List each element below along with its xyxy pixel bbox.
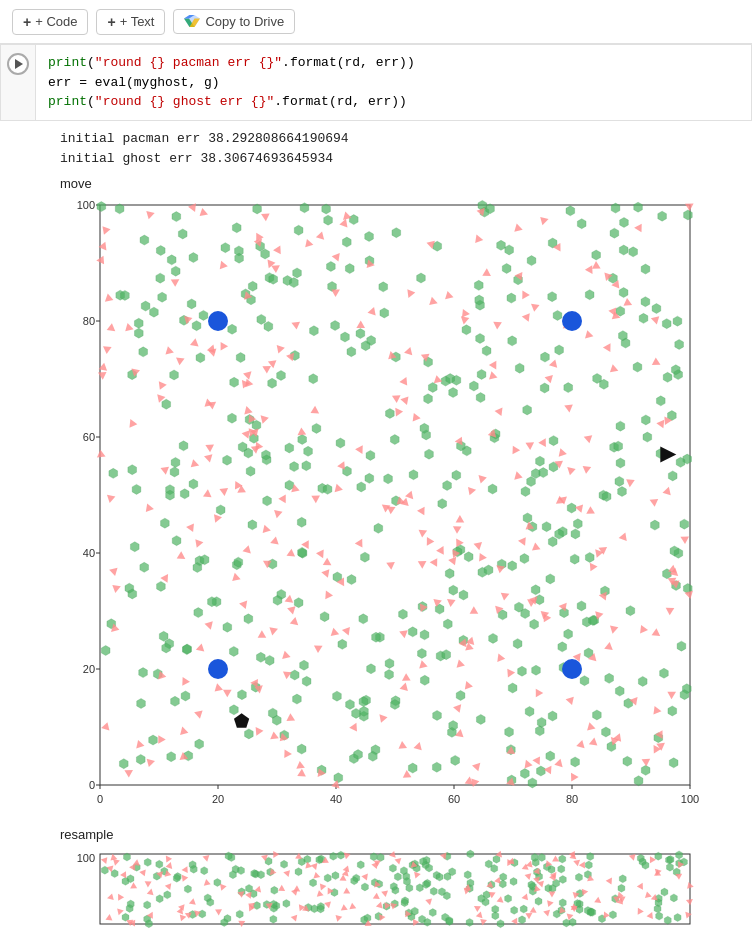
resample-label: resample [0, 823, 752, 844]
main-plot-canvas [60, 195, 700, 815]
run-circle[interactable] [7, 53, 29, 75]
code-cell: print("round {} pacman err {}".format(rd… [0, 44, 752, 121]
output-line-1: initial pacman err 38.292808664190694 [60, 129, 736, 150]
toolbar: + + Code + + Text Copy to Drive [0, 0, 752, 44]
run-button-area[interactable] [1, 45, 36, 120]
output-area: initial pacman err 38.292808664190694 in… [0, 121, 752, 175]
code-line-2: err = eval(myghost, g) [48, 73, 739, 93]
copy-to-drive-button[interactable]: Copy to Drive [173, 9, 295, 34]
resample-plot-container [0, 844, 752, 950]
main-plot-container [0, 195, 752, 823]
code-area[interactable]: print("round {} pacman err {}".format(rd… [36, 45, 751, 120]
add-text-button[interactable]: + + Text [96, 9, 165, 35]
run-triangle-icon [15, 59, 23, 69]
code-line-3: print("round {} ghost err {}".format(rd,… [48, 92, 739, 112]
add-code-label: + Code [35, 14, 77, 29]
add-text-label: + Text [120, 14, 155, 29]
plus-icon: + [23, 14, 31, 30]
plus-icon-text: + [107, 14, 115, 30]
move-label: move [0, 174, 752, 195]
output-line-2: initial ghost err 38.30674693645934 [60, 149, 736, 170]
copy-drive-label: Copy to Drive [205, 14, 284, 29]
drive-icon [184, 15, 200, 29]
code-line-1: print("round {} pacman err {}".format(rd… [48, 53, 739, 73]
resample-plot-canvas [60, 844, 700, 944]
add-code-button[interactable]: + + Code [12, 9, 88, 35]
